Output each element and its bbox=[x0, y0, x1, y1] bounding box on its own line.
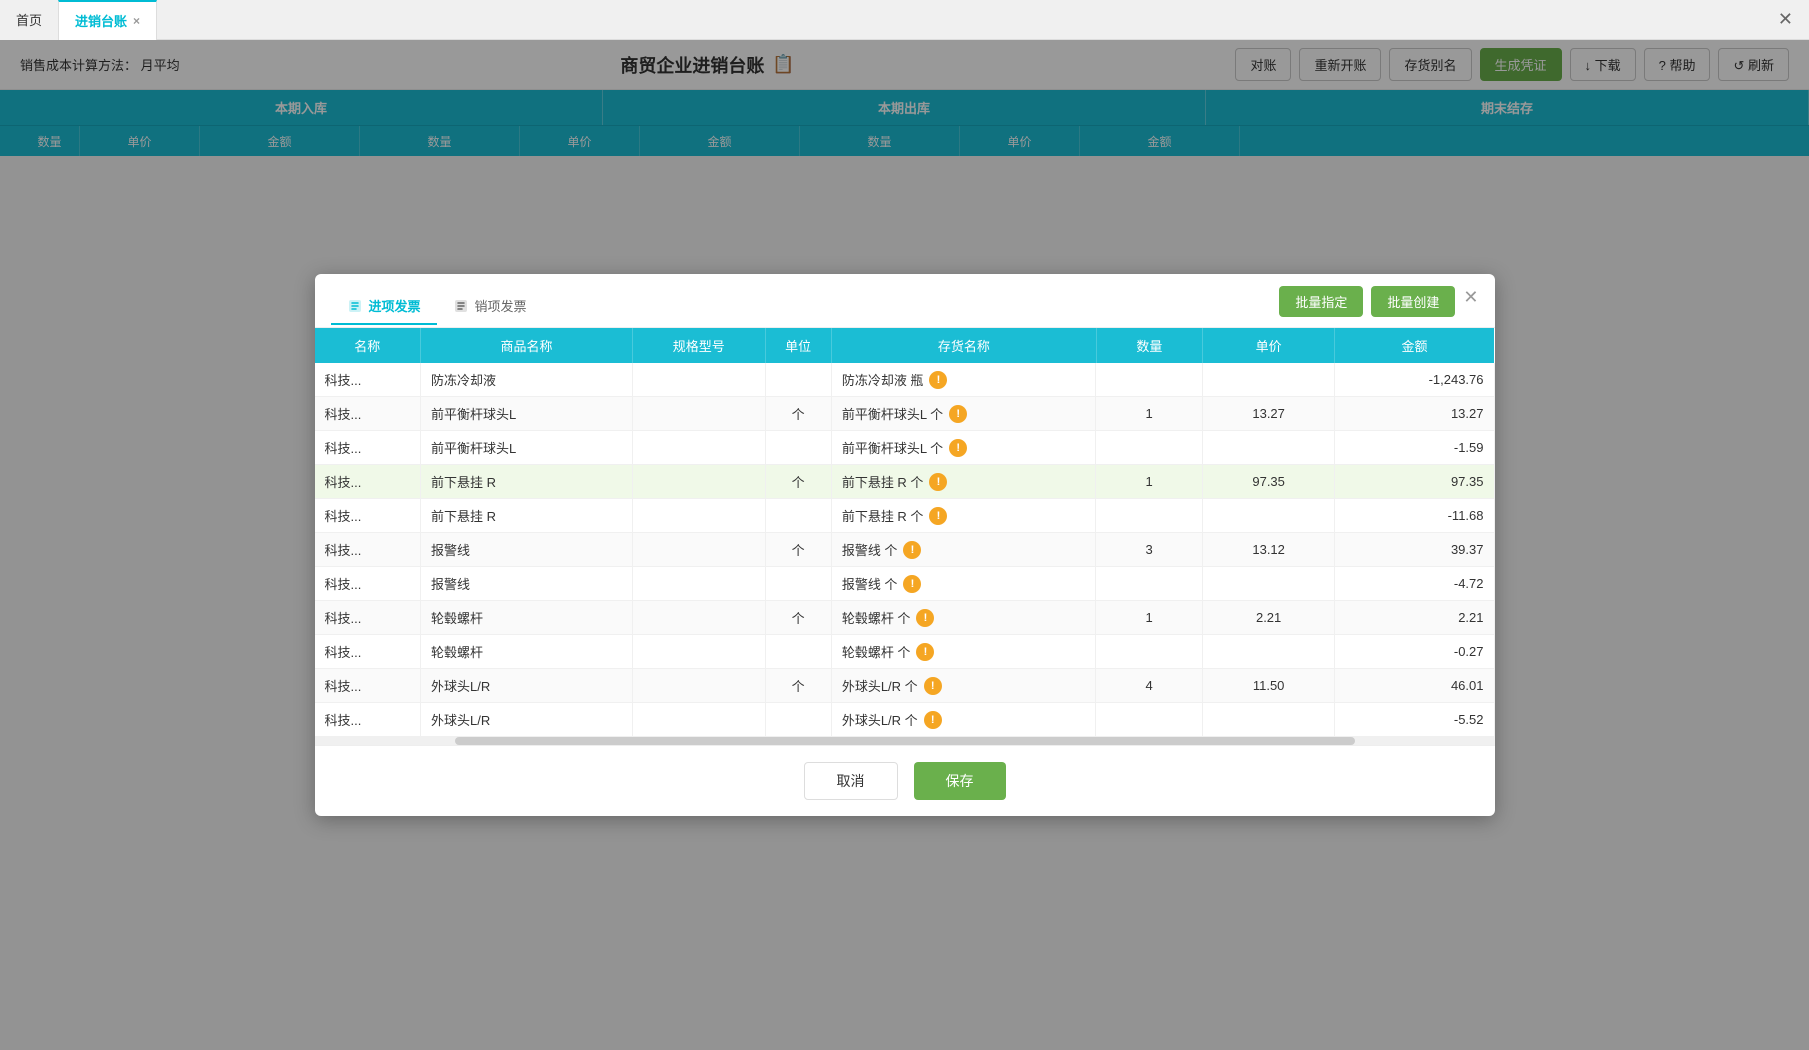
col-product: 商品名称 bbox=[421, 328, 633, 363]
table-row: 科技...轮毂螺杆轮毂螺杆 个!-0.27 bbox=[315, 635, 1495, 669]
modal-header: 进项发票 销项发票 批量指定 批量创建 bbox=[315, 274, 1495, 328]
warning-icon: ! bbox=[916, 609, 934, 627]
invoice-table: 名称 商品名称 规格型号 单位 存货名称 数量 单价 金额 科技... bbox=[315, 328, 1495, 737]
tab-active[interactable]: 进销台账 × bbox=[58, 0, 157, 40]
col-unit-price: 单价 bbox=[1202, 328, 1335, 363]
warning-icon: ! bbox=[903, 575, 921, 593]
table-row: 科技...前平衡杆球头L前平衡杆球头L 个!-1.59 bbox=[315, 431, 1495, 465]
in-invoice-icon bbox=[347, 298, 363, 314]
col-name: 名称 bbox=[315, 328, 421, 363]
cancel-button[interactable]: 取消 bbox=[804, 762, 898, 800]
table-row: 科技...报警线报警线 个!-4.72 bbox=[315, 567, 1495, 601]
modal-tabs: 进项发票 销项发票 bbox=[331, 288, 543, 325]
in-invoice-label: 进项发票 bbox=[369, 296, 421, 315]
tab-out-invoice[interactable]: 销项发票 bbox=[437, 288, 543, 325]
warning-icon: ! bbox=[903, 541, 921, 559]
warning-icon: ! bbox=[929, 507, 947, 525]
modal-body: 名称 商品名称 规格型号 单位 存货名称 数量 单价 金额 科技... bbox=[315, 328, 1495, 745]
warning-icon: ! bbox=[924, 711, 942, 729]
tab-home[interactable]: 首页 bbox=[0, 0, 58, 40]
modal-overlay: 进项发票 销项发票 批量指定 批量创建 bbox=[0, 40, 1809, 1050]
tab-in-invoice[interactable]: 进项发票 bbox=[331, 288, 437, 325]
table-row: 科技...报警线个报警线 个!313.1239.37 bbox=[315, 533, 1495, 567]
warning-icon: ! bbox=[949, 439, 967, 457]
table-row: 科技...前下悬挂 R前下悬挂 R 个!-11.68 bbox=[315, 499, 1495, 533]
horizontal-scrollbar[interactable] bbox=[315, 737, 1495, 745]
warning-icon: ! bbox=[924, 677, 942, 695]
modal-header-actions: 批量指定 批量创建 ✕ bbox=[1279, 286, 1478, 327]
warning-icon: ! bbox=[916, 643, 934, 661]
col-inv-name: 存货名称 bbox=[831, 328, 1096, 363]
window-close-button[interactable]: ✕ bbox=[1778, 9, 1793, 30]
table-scroll-area[interactable]: 名称 商品名称 规格型号 单位 存货名称 数量 单价 金额 科技... bbox=[315, 328, 1495, 737]
out-invoice-icon bbox=[453, 298, 469, 314]
modal-close-button[interactable]: ✕ bbox=[1463, 288, 1478, 316]
tab-active-label: 进销台账 bbox=[75, 11, 127, 30]
warning-icon: ! bbox=[949, 405, 967, 423]
table-row: 科技...外球头L/R外球头L/R 个!-5.52 bbox=[315, 703, 1495, 737]
modal-dialog: 进项发票 销项发票 批量指定 批量创建 bbox=[315, 274, 1495, 816]
col-unit: 单位 bbox=[765, 328, 831, 363]
table-row: 科技...前平衡杆球头L个前平衡杆球头L 个!113.2713.27 bbox=[315, 397, 1495, 431]
warning-icon: ! bbox=[929, 473, 947, 491]
scrollbar-thumb bbox=[455, 737, 1355, 745]
batch-assign-button[interactable]: 批量指定 bbox=[1279, 286, 1363, 317]
col-amount: 金额 bbox=[1335, 328, 1494, 363]
batch-create-button[interactable]: 批量创建 bbox=[1371, 286, 1455, 317]
tab-home-label: 首页 bbox=[16, 10, 42, 29]
table-row: 科技...防冻冷却液防冻冷却液 瓶!-1,243.76 bbox=[315, 363, 1495, 397]
warning-icon: ! bbox=[929, 371, 947, 389]
table-row: 科技...外球头L/R个外球头L/R 个!411.5046.01 bbox=[315, 669, 1495, 703]
save-button[interactable]: 保存 bbox=[914, 762, 1006, 800]
table-row: 科技...轮毂螺杆个轮毂螺杆 个!12.212.21 bbox=[315, 601, 1495, 635]
modal-footer: 取消 保存 bbox=[315, 745, 1495, 816]
col-spec: 规格型号 bbox=[633, 328, 766, 363]
tab-close-icon[interactable]: × bbox=[133, 14, 140, 28]
col-quantity: 数量 bbox=[1096, 328, 1202, 363]
table-row: 科技...前下悬挂 R个前下悬挂 R 个!197.3597.35 bbox=[315, 465, 1495, 499]
out-invoice-label: 销项发票 bbox=[475, 296, 527, 315]
